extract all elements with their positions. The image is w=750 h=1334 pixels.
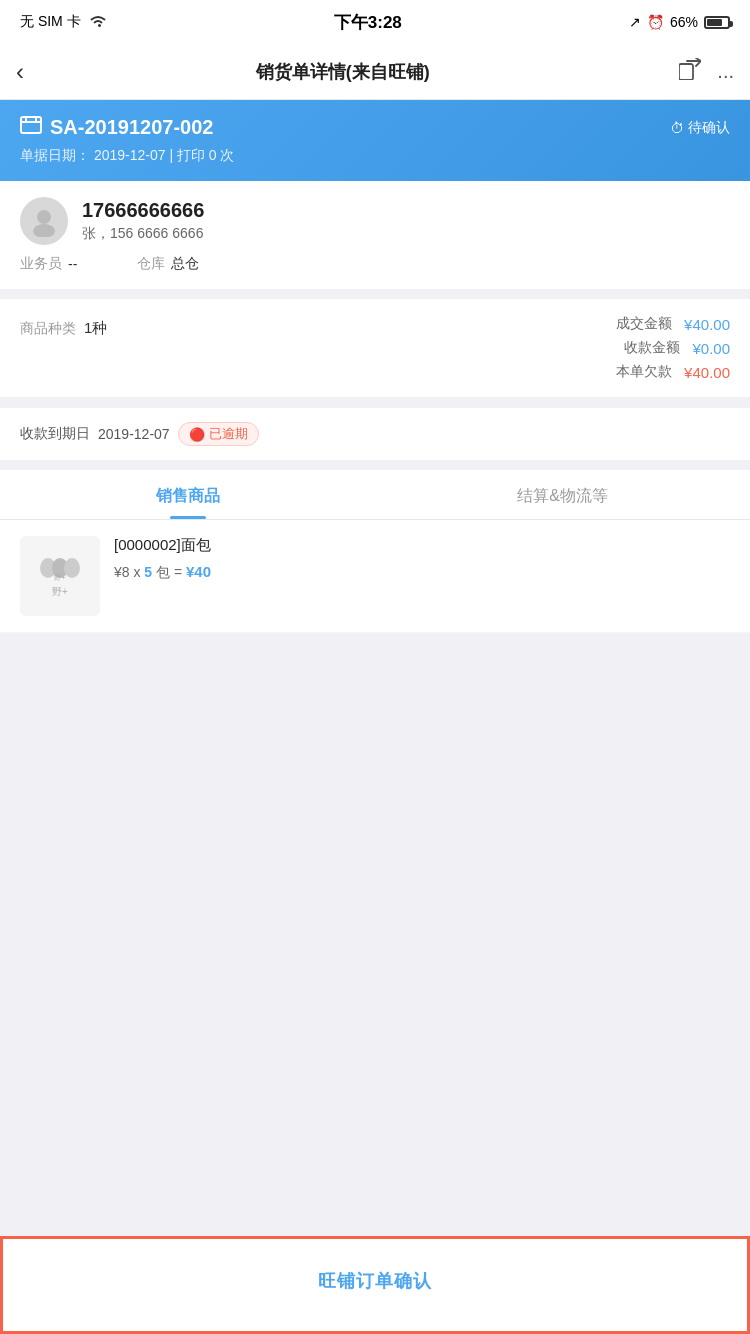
svg-point-2 <box>37 210 51 224</box>
status-time: 下午3:28 <box>334 11 402 34</box>
svg-text:野+: 野+ <box>54 574 65 581</box>
status-right: ↗ ⏰ 66% <box>629 14 730 30</box>
overdue-badge: 🔴 已逾期 <box>178 422 259 446</box>
svg-point-3 <box>33 224 55 237</box>
battery-icon <box>704 16 730 29</box>
tabs-bar: 销售商品 结算&物流等 <box>0 470 750 520</box>
quantity: 5 <box>144 564 152 580</box>
received-row: 收款金额 ¥0.00 <box>624 339 730 357</box>
warehouse-value: 总仓 <box>171 255 199 273</box>
nav-actions: ... <box>679 58 734 85</box>
product-price: ¥8 x 5 包 = ¥40 <box>114 563 730 582</box>
unit-price: ¥8 <box>114 564 130 580</box>
multiply-sign: x <box>133 564 144 580</box>
category-label: 商品种类 <box>20 320 76 338</box>
status-bar: 无 SIM 卡 下午3:28 ↗ ⏰ 66% <box>0 0 750 44</box>
customer-top: 17666666666 张，156 6666 6666 <box>20 197 730 245</box>
product-list: 野+ 野+ [0000002]面包 ¥8 x 5 包 = ¥40 <box>0 520 750 633</box>
customer-meta: 业务员 -- 仓库 总仓 <box>20 255 730 273</box>
alarm-icon: ⏰ <box>647 14 664 30</box>
order-icon <box>20 116 42 139</box>
salesperson-value: -- <box>68 256 77 272</box>
unit: 包 <box>156 564 170 580</box>
avatar <box>20 197 68 245</box>
confirm-button-container: 旺铺订单确认 <box>0 1236 750 1334</box>
status-left: 无 SIM 卡 <box>20 13 107 31</box>
due-date-label: 收款到期日 <box>20 425 90 443</box>
nav-bar: ‹ 销货单详情(来自旺铺) ... <box>0 44 750 100</box>
customer-phone: 17666666666 <box>82 199 204 222</box>
customer-card: 17666666666 张，156 6666 6666 业务员 -- 仓库 总仓 <box>0 181 750 289</box>
order-date: 单据日期： 2019-12-07 | 打印 0 次 <box>20 147 730 165</box>
tab-sales-products[interactable]: 销售商品 <box>0 470 375 519</box>
salesperson-item: 业务员 -- <box>20 255 77 273</box>
more-button[interactable]: ... <box>717 60 734 83</box>
wifi-icon <box>89 14 107 31</box>
summary-left: 商品种类 1种 <box>20 315 107 338</box>
received-label: 收款金额 <box>624 339 680 357</box>
due-date-value: 2019-12-07 <box>98 426 170 442</box>
warning-icon: 🔴 <box>189 427 205 442</box>
salesperson-label: 业务员 <box>20 255 62 273</box>
tab-settlement[interactable]: 结算&物流等 <box>375 470 750 519</box>
category-count: 1种 <box>84 319 107 338</box>
table-row: 野+ 野+ [0000002]面包 ¥8 x 5 包 = ¥40 <box>0 520 750 633</box>
overdue-text: 已逾期 <box>209 425 248 443</box>
owed-row: 本单欠款 ¥40.00 <box>616 363 730 381</box>
order-header-top: SA-20191207-002 ⏱ 待确认 <box>20 116 730 139</box>
share-button[interactable] <box>679 58 701 85</box>
product-name: [0000002]面包 <box>114 536 730 555</box>
summary-right: 成交金额 ¥40.00 收款金额 ¥0.00 本单欠款 ¥40.00 <box>616 315 730 381</box>
order-id: SA-20191207-002 <box>20 116 213 139</box>
equals-sign: = <box>174 564 186 580</box>
carrier-label: 无 SIM 卡 <box>20 13 81 31</box>
received-amount: ¥0.00 <box>692 340 730 357</box>
location-icon: ↗ <box>629 14 641 30</box>
product-total: ¥40 <box>186 563 211 580</box>
svg-rect-1 <box>21 117 41 133</box>
svg-rect-0 <box>679 64 693 80</box>
transaction-amount: ¥40.00 <box>684 316 730 333</box>
owed-label: 本单欠款 <box>616 363 672 381</box>
page-title: 销货单详情(来自旺铺) <box>6 60 679 84</box>
transaction-row: 成交金额 ¥40.00 <box>616 315 730 333</box>
confirm-order-button[interactable]: 旺铺订单确认 <box>27 1255 723 1307</box>
bottom-spacer <box>0 633 750 833</box>
clock-icon: ⏱ <box>670 120 684 136</box>
customer-name: 张，156 6666 6666 <box>82 225 204 243</box>
battery-text: 66% <box>670 14 698 30</box>
warehouse-item: 仓库 总仓 <box>137 255 199 273</box>
product-image: 野+ 野+ <box>20 536 100 616</box>
due-date-bar: 收款到期日 2019-12-07 🔴 已逾期 <box>0 407 750 460</box>
svg-point-6 <box>64 558 80 578</box>
order-status: ⏱ 待确认 <box>670 119 730 137</box>
product-info: [0000002]面包 ¥8 x 5 包 = ¥40 <box>114 536 730 582</box>
customer-info: 17666666666 张，156 6666 6666 <box>82 199 204 243</box>
owed-amount: ¥40.00 <box>684 364 730 381</box>
warehouse-label: 仓库 <box>137 255 165 273</box>
summary-card: 商品种类 1种 成交金额 ¥40.00 收款金额 ¥0.00 本单欠款 ¥40.… <box>0 299 750 397</box>
transaction-label: 成交金额 <box>616 315 672 333</box>
order-header: SA-20191207-002 ⏱ 待确认 单据日期： 2019-12-07 |… <box>0 100 750 181</box>
